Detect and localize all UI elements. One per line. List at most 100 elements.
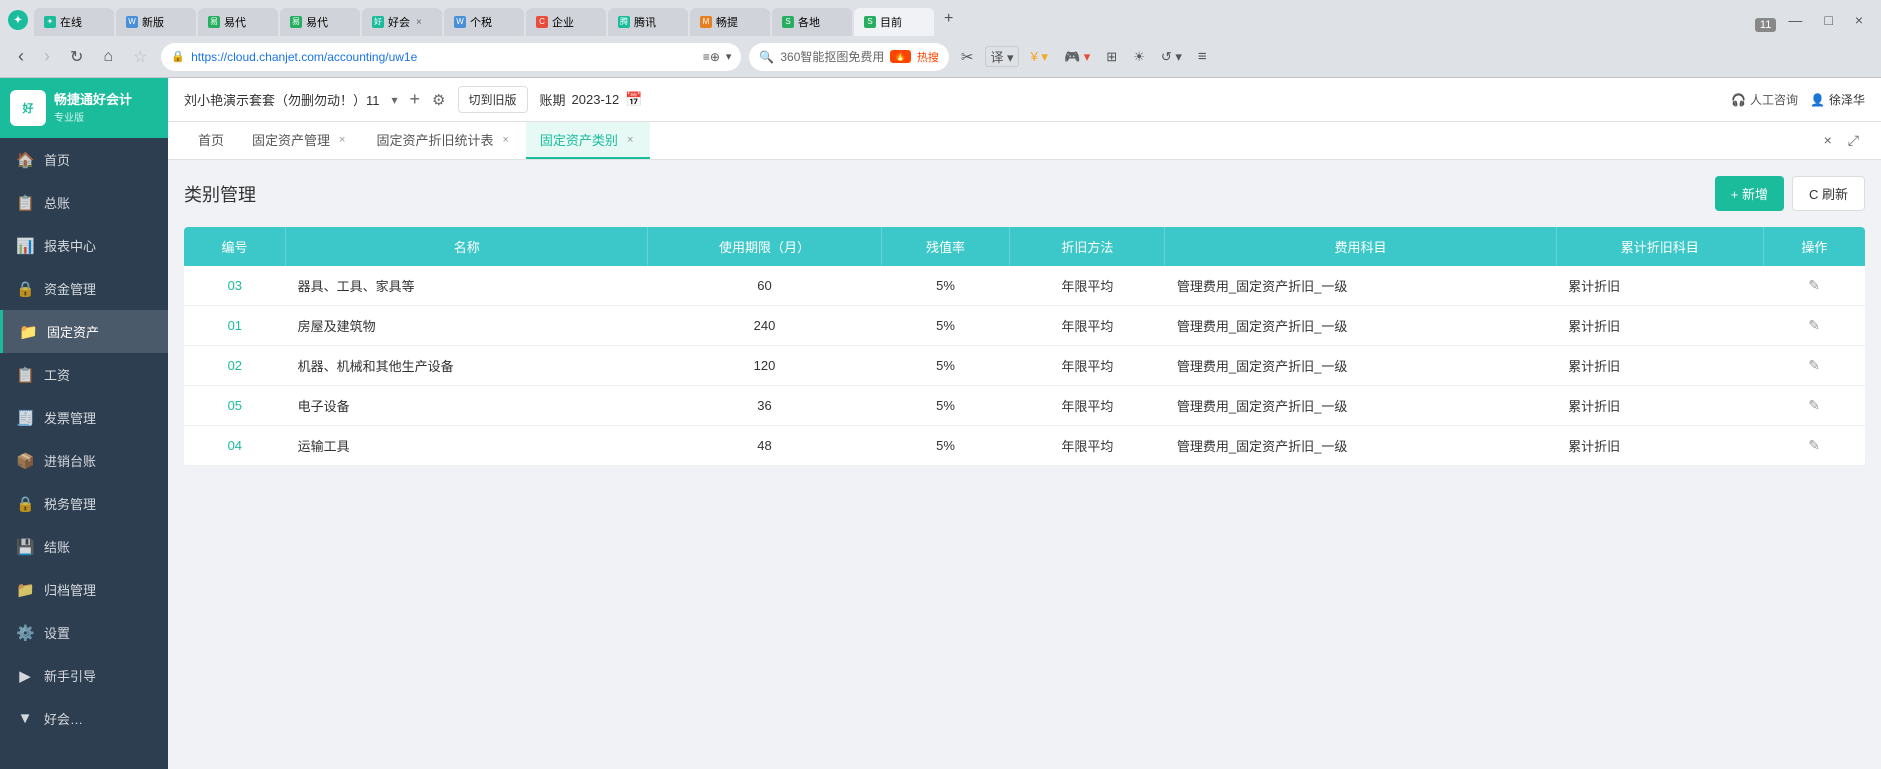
cell-id[interactable]: 03 [184, 266, 286, 306]
table-row: 04 运输工具 48 5% 年限平均 管理费用_固定资产折旧_一级 累计折旧 ✎ [184, 426, 1865, 466]
brightness-icon[interactable]: ☀ [1129, 49, 1149, 65]
sidebar-item-tax[interactable]: 🔒 税务管理 [0, 482, 168, 525]
tab-label: 易代 [224, 14, 246, 30]
tab-目前[interactable]: S 目前 [854, 8, 934, 36]
switch-old-version-button[interactable]: 切到旧版 [458, 86, 528, 113]
cell-name: 运输工具 [286, 426, 648, 466]
currency-icon[interactable]: ¥ ▾ [1027, 49, 1052, 65]
edit-icon[interactable]: ✎ [1808, 437, 1820, 453]
address-bar-container: 🔒 ≡⊕ ▾ [161, 43, 741, 71]
refresh-button[interactable]: C 刷新 [1792, 176, 1865, 211]
invoice-icon: 🧾 [16, 409, 34, 427]
address-input[interactable] [191, 50, 697, 64]
edit-icon[interactable]: ✎ [1808, 357, 1820, 373]
tab-在线[interactable]: ✦ 在线 [34, 8, 114, 36]
cell-id[interactable]: 05 [184, 386, 286, 426]
hot-search-badge: 🔥 [890, 50, 910, 63]
tab-close-icon[interactable]: × [416, 17, 422, 28]
tab-fixed-assets-mgmt[interactable]: 固定资产管理 × [238, 122, 362, 159]
user-profile[interactable]: 👤 徐泽华 [1810, 91, 1865, 108]
ledger-icon: 📋 [16, 194, 34, 212]
sidebar-item-settings[interactable]: ⚙️ 设置 [0, 611, 168, 654]
reload-button[interactable]: ↻ [64, 45, 89, 69]
back-button[interactable]: ‹ [12, 44, 30, 69]
browser-menu-icon[interactable]: ≡ [1194, 48, 1211, 65]
tab-新版[interactable]: W 新版 [116, 8, 196, 36]
bookmark-button[interactable]: ☆ [127, 45, 153, 69]
sidebar-item-payroll[interactable]: 📋 工资 [0, 353, 168, 396]
close-window-button[interactable]: × [1845, 8, 1873, 32]
sidebar-item-ledger[interactable]: 📋 总账 [0, 181, 168, 224]
forward-button[interactable]: › [38, 44, 56, 69]
calendar-icon[interactable]: 📅 [625, 91, 642, 108]
cell-expense-subject: 管理费用_固定资产折旧_一级 [1165, 386, 1556, 426]
cell-depreciation-subject: 累计折旧 [1556, 386, 1763, 426]
home-button[interactable]: ⌂ [97, 46, 119, 68]
tab-腾讯[interactable]: 腾 腾讯 [608, 8, 688, 36]
sidebar-item-label: 发票管理 [44, 408, 96, 427]
page-body: 类别管理 + 新增 C 刷新 编号 名称 使用期限（月） 残值率 折旧方法 费用… [168, 160, 1881, 769]
tab-个税[interactable]: W 个税 [444, 8, 524, 36]
maximize-button[interactable]: □ [1814, 8, 1842, 32]
sidebar-item-more[interactable]: ▼ 好会… [0, 697, 168, 740]
tab-易代1[interactable]: 易 易代 [198, 8, 278, 36]
edit-icon[interactable]: ✎ [1808, 277, 1820, 293]
game-icon[interactable]: 🎮 ▾ [1060, 49, 1094, 65]
user-avatar-icon: 👤 [1810, 93, 1825, 107]
sidebar-item-finance[interactable]: 🔒 资金管理 [0, 267, 168, 310]
edit-icon[interactable]: ✎ [1808, 317, 1820, 333]
user-name: 徐泽华 [1829, 91, 1865, 108]
add-button[interactable]: + 新增 [1715, 176, 1784, 211]
tab-易代2[interactable]: 易 易代 [280, 8, 360, 36]
sidebar-item-home[interactable]: 🏠 首页 [0, 138, 168, 181]
sidebar-item-label: 工资 [44, 365, 70, 384]
settings-gear-button[interactable]: ⚙ [432, 91, 445, 109]
grid-icon[interactable]: ⊞ [1102, 49, 1121, 65]
sidebar-item-fixed-assets[interactable]: 📁 固定资产 [0, 310, 168, 353]
site-tools-icon[interactable]: ≡⊕ [703, 50, 720, 64]
tab-close-icon[interactable]: × [336, 133, 348, 147]
sidebar-item-label: 总账 [44, 193, 70, 212]
tab-home[interactable]: 首页 [184, 122, 238, 159]
period-selector: 账期 2023-12 📅 [540, 90, 643, 109]
tab-好会[interactable]: 好 好会 × [362, 8, 442, 36]
col-id: 编号 [184, 227, 286, 266]
undo-icon[interactable]: ↺ ▾ [1157, 49, 1186, 65]
tab-close-icon[interactable]: × [624, 133, 636, 147]
tab-畅提[interactable]: M 畅提 [690, 8, 770, 36]
tax-icon: 🔒 [16, 495, 34, 513]
cell-id[interactable]: 04 [184, 426, 286, 466]
search-box[interactable]: 🔍 360智能抠图免费用 🔥 热搜 [749, 43, 948, 71]
tab-企业[interactable]: C 企业 [526, 8, 606, 36]
tab-expand-button[interactable]: ⤢ [1842, 130, 1865, 151]
sidebar-item-archive[interactable]: 📁 归档管理 [0, 568, 168, 611]
translate-icon[interactable]: 译 ▾ [985, 46, 1018, 67]
reports-icon: 📊 [16, 237, 34, 255]
dropdown-arrow-icon[interactable]: ▾ [392, 93, 398, 107]
sidebar-item-closing[interactable]: 💾 结账 [0, 525, 168, 568]
browser-favicon-icon: ✦ [8, 10, 28, 30]
cell-id[interactable]: 01 [184, 306, 286, 346]
service-button[interactable]: 🎧 人工咨询 [1731, 91, 1798, 108]
edit-icon[interactable]: ✎ [1808, 397, 1820, 413]
sidebar-item-guide[interactable]: ▶ 新手引导 [0, 654, 168, 697]
tab-restore-button[interactable]: × [1818, 130, 1838, 151]
minimize-button[interactable]: — [1778, 8, 1812, 32]
sidebar-logo-text: 畅捷通好会计 [54, 92, 132, 109]
cell-actions: ✎ [1763, 306, 1865, 346]
cell-depreciation-subject: 累计折旧 [1556, 426, 1763, 466]
sidebar-item-invoice[interactable]: 🧾 发票管理 [0, 396, 168, 439]
sidebar-item-label: 首页 [44, 150, 70, 169]
tab-各地[interactable]: S 各地 [772, 8, 852, 36]
sidebar-item-reports[interactable]: 📊 报表中心 [0, 224, 168, 267]
tab-label: 腾讯 [634, 14, 656, 30]
cut-icon[interactable]: ✂ [957, 48, 978, 66]
tab-depreciation-table[interactable]: 固定资产折旧统计表 × [362, 122, 525, 159]
dropdown-icon[interactable]: ▾ [726, 50, 732, 63]
tab-close-icon[interactable]: × [499, 133, 511, 147]
new-tab-button[interactable]: + [936, 6, 961, 32]
add-account-button[interactable]: + [410, 89, 421, 110]
cell-id[interactable]: 02 [184, 346, 286, 386]
sidebar-item-inventory[interactable]: 📦 进销台账 [0, 439, 168, 482]
tab-asset-category[interactable]: 固定资产类别 × [526, 122, 650, 159]
